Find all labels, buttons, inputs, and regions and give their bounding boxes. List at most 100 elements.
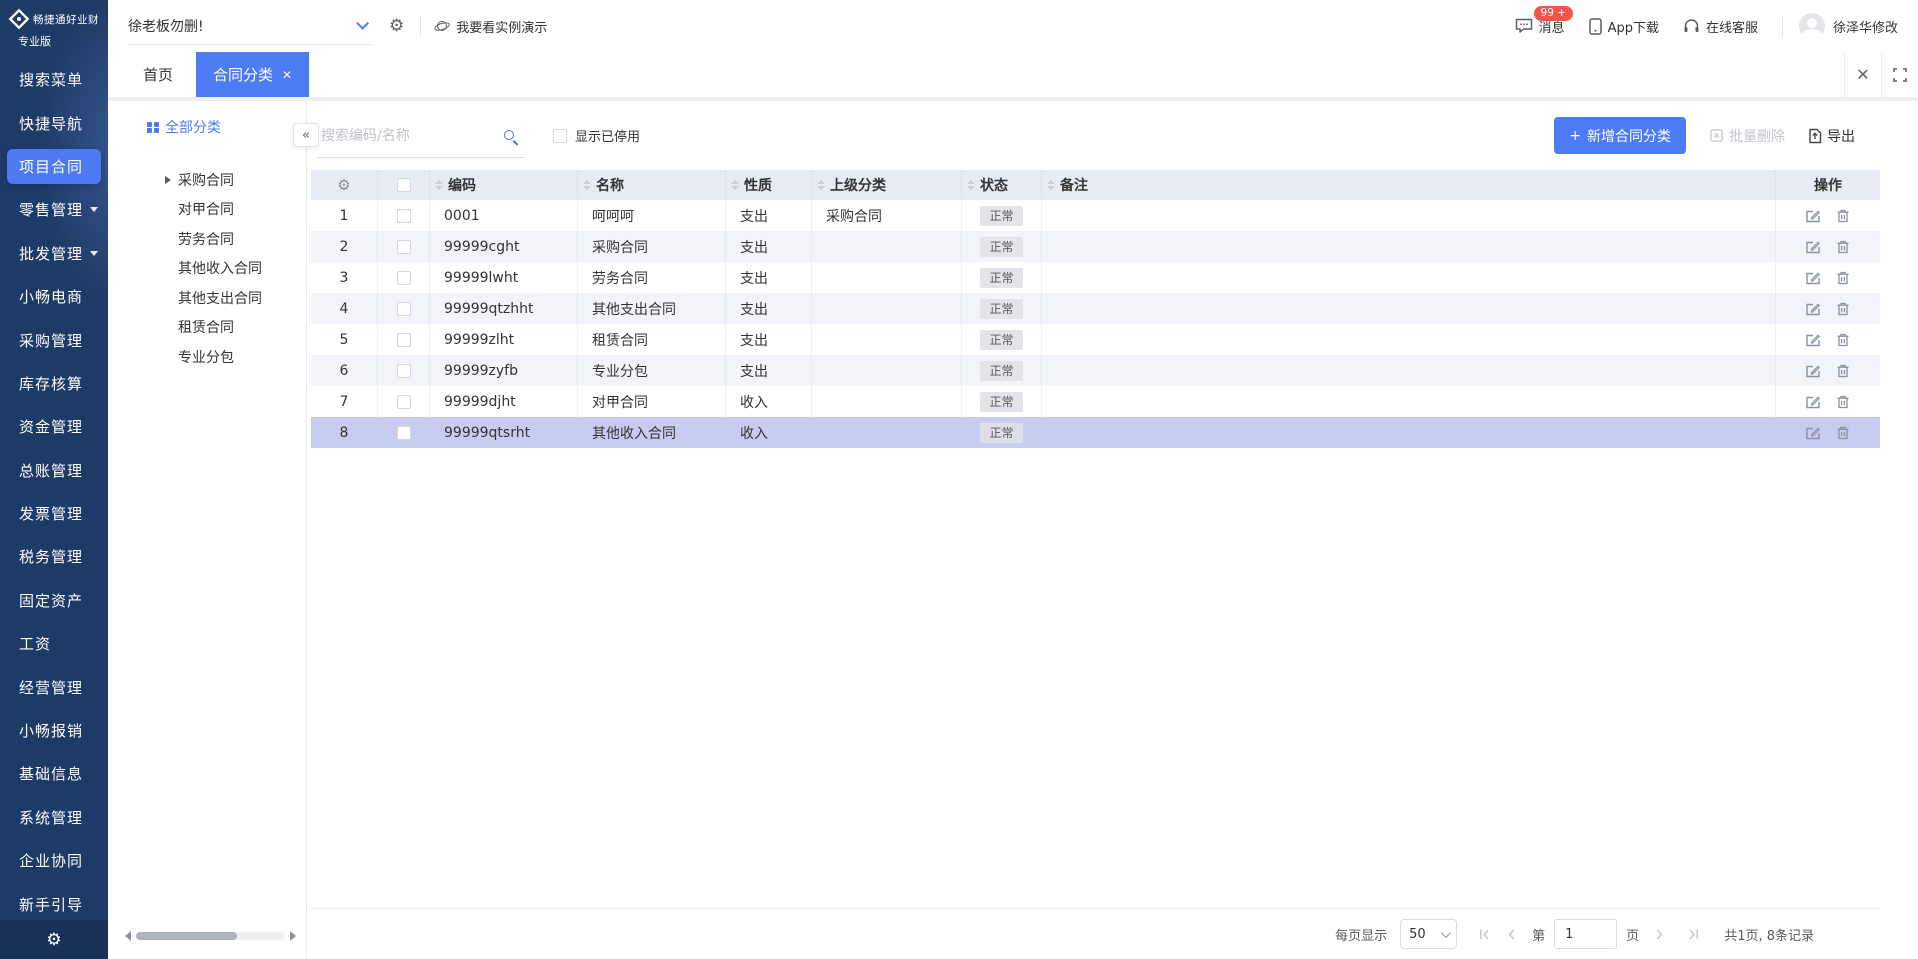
settings-gear-button[interactable]: ⚙ — [389, 16, 404, 36]
column-header-name[interactable]: 名称 — [578, 170, 726, 200]
sort-icon[interactable] — [435, 180, 443, 190]
avatar[interactable] — [1798, 13, 1825, 39]
row-checkbox[interactable] — [396, 301, 411, 316]
scroll-right-icon[interactable] — [290, 931, 296, 941]
app-download-button[interactable]: App下载 — [1588, 17, 1659, 36]
sidebar-item-15[interactable]: 小畅报销 — [0, 709, 108, 752]
demo-link[interactable]: 我要看实例演示 — [433, 17, 547, 36]
delete-icon[interactable] — [1835, 270, 1851, 286]
delete-icon[interactable] — [1835, 425, 1851, 441]
show-disabled-checkbox[interactable] — [553, 128, 567, 143]
edit-icon[interactable] — [1805, 270, 1821, 286]
sidebar-item-13[interactable]: 工资 — [0, 622, 108, 665]
tree-item-5[interactable]: 租赁合同 — [108, 313, 306, 343]
edit-icon[interactable] — [1805, 332, 1821, 348]
row-checkbox[interactable] — [396, 332, 411, 347]
search-input[interactable] — [317, 120, 525, 157]
table-row[interactable]: 7 99999djht 对甲合同 收入 正常 — [311, 386, 1880, 417]
sort-icon[interactable] — [731, 180, 739, 190]
first-page-button[interactable] — [1478, 928, 1491, 941]
column-header-nature[interactable]: 性质 — [726, 170, 812, 200]
table-row[interactable]: 5 99999zlht 租赁合同 支出 正常 — [311, 324, 1880, 355]
edit-icon[interactable] — [1805, 301, 1821, 317]
tab-home[interactable]: 首页 — [120, 52, 196, 97]
table-row[interactable]: 3 99999lwht 劳务合同 支出 正常 — [311, 262, 1880, 293]
edit-icon[interactable] — [1805, 363, 1821, 379]
sidebar-item-17[interactable]: 系统管理 — [0, 796, 108, 839]
last-page-button[interactable] — [1687, 928, 1700, 941]
delete-icon[interactable] — [1835, 394, 1851, 410]
scroll-left-icon[interactable] — [125, 931, 131, 941]
sort-icon[interactable] — [967, 180, 975, 190]
sidebar-item-18[interactable]: 企业协同 — [0, 839, 108, 882]
column-header-parent[interactable]: 上级分类 — [812, 170, 962, 200]
row-checkbox[interactable] — [396, 270, 411, 285]
table-row[interactable]: 1 0001 呵呵呵 支出 采购合同 正常 — [311, 200, 1880, 231]
row-checkbox[interactable] — [396, 363, 411, 378]
sidebar-item-10[interactable]: 发票管理 — [0, 492, 108, 535]
sidebar-item-5[interactable]: 小畅电商 — [0, 275, 108, 318]
table-row[interactable]: 2 99999cght 采购合同 支出 正常 — [311, 231, 1880, 262]
edit-icon[interactable] — [1805, 394, 1821, 410]
username[interactable]: 徐泽华修改 — [1833, 17, 1898, 36]
row-checkbox[interactable] — [396, 208, 411, 223]
table-row[interactable]: 6 99999zyfb 专业分包 支出 正常 — [311, 355, 1880, 386]
edit-icon[interactable] — [1805, 239, 1821, 255]
edit-icon[interactable] — [1805, 425, 1821, 441]
column-header-status[interactable]: 状态 — [962, 170, 1042, 200]
sidebar-item-3[interactable]: 零售管理 — [0, 188, 108, 231]
sort-icon[interactable] — [1047, 180, 1055, 190]
search-icon[interactable] — [503, 129, 519, 146]
account-dropdown[interactable]: 徐老板勿删! — [128, 7, 373, 45]
sidebar-item-4[interactable]: 批发管理 — [0, 232, 108, 275]
sidebar-item-12[interactable]: 固定资产 — [0, 579, 108, 622]
tree-item-2[interactable]: 劳务合同 — [108, 224, 306, 254]
sidebar-item-1[interactable]: 快捷导航 — [0, 101, 108, 144]
column-header-code[interactable]: 编码 — [430, 170, 578, 200]
scrollbar-thumb[interactable] — [136, 932, 238, 940]
delete-icon[interactable] — [1835, 332, 1851, 348]
sidebar-item-11[interactable]: 税务管理 — [0, 535, 108, 578]
export-button[interactable]: 导出 — [1808, 126, 1855, 146]
expand-arrow-icon[interactable] — [165, 175, 171, 184]
batch-delete-button[interactable]: 批量删除 — [1709, 126, 1785, 146]
table-row[interactable]: 4 99999qtzhht 其他支出合同 支出 正常 — [311, 293, 1880, 324]
sidebar-item-8[interactable]: 资金管理 — [0, 405, 108, 448]
row-checkbox[interactable] — [396, 239, 411, 254]
column-header-remark[interactable]: 备注 — [1042, 170, 1776, 200]
sidebar-item-16[interactable]: 基础信息 — [0, 752, 108, 795]
delete-icon[interactable] — [1835, 301, 1851, 317]
tree-item-4[interactable]: 其他支出合同 — [108, 283, 306, 313]
row-checkbox[interactable] — [396, 425, 411, 440]
delete-icon[interactable] — [1835, 363, 1851, 379]
collapse-panel-button[interactable]: « — [293, 123, 319, 147]
sidebar-item-0[interactable]: 搜索菜单 — [0, 58, 108, 101]
delete-icon[interactable] — [1835, 239, 1851, 255]
prev-page-button[interactable] — [1505, 928, 1518, 941]
tab-contract-category[interactable]: 合同分类 ✕ — [196, 52, 310, 97]
sort-icon[interactable] — [583, 180, 591, 190]
show-disabled-toggle[interactable]: 显示已停用 — [553, 126, 640, 145]
scrollbar-track[interactable] — [136, 932, 285, 940]
support-button[interactable]: 在线客服 — [1683, 17, 1758, 36]
edit-icon[interactable] — [1805, 208, 1821, 224]
tree-item-0[interactable]: 采购合同 — [108, 165, 306, 195]
per-page-select[interactable]: 50 — [1400, 919, 1458, 949]
sort-icon[interactable] — [817, 180, 825, 190]
fullscreen-button[interactable] — [1881, 52, 1918, 97]
sidebar-item-9[interactable]: 总账管理 — [0, 449, 108, 492]
delete-icon[interactable] — [1835, 208, 1851, 224]
close-workspace-button[interactable]: ✕ — [1844, 52, 1881, 97]
page-number-input[interactable] — [1554, 919, 1618, 949]
tree-root-all-categories[interactable]: 全部分类 — [147, 117, 306, 137]
sidebar-item-2[interactable]: 项目合同 — [0, 145, 108, 188]
row-checkbox[interactable] — [396, 394, 411, 409]
add-category-button[interactable]: + 新增合同分类 — [1554, 117, 1686, 154]
tree-item-1[interactable]: 对甲合同 — [108, 195, 306, 225]
sidebar-item-7[interactable]: 库存核算 — [0, 362, 108, 405]
sidebar-item-6[interactable]: 采购管理 — [0, 318, 108, 361]
messages-button[interactable]: 消息 99 + — [1515, 5, 1574, 36]
tree-item-3[interactable]: 其他收入合同 — [108, 254, 306, 284]
column-settings-gear-icon[interactable]: ⚙ — [337, 176, 350, 194]
tree-item-6[interactable]: 专业分包 — [108, 342, 306, 372]
